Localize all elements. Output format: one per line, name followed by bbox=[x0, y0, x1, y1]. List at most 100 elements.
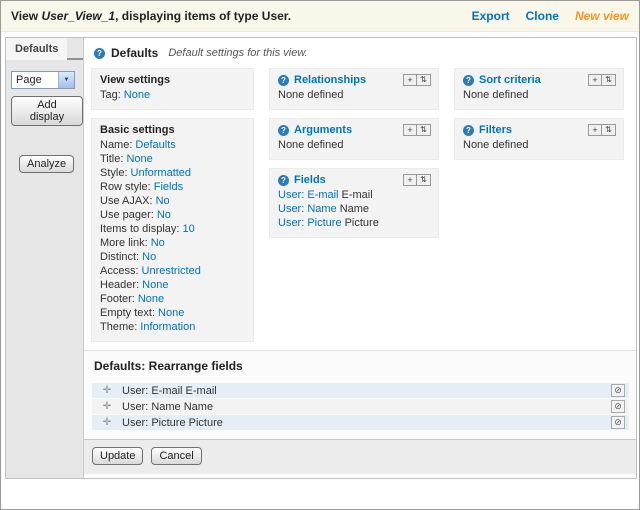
add-relationship-button[interactable]: + bbox=[403, 74, 417, 86]
setting-value-link[interactable]: None bbox=[142, 279, 168, 291]
add-display-button[interactable]: Add display bbox=[11, 96, 83, 126]
rearrange-row[interactable]: ✛ User: E-mail E-mail ⊘ bbox=[92, 383, 629, 398]
help-icon[interactable]: ? bbox=[463, 124, 474, 136]
setting-value-link[interactable]: No bbox=[142, 251, 156, 263]
add-sort-button[interactable]: + bbox=[588, 74, 602, 86]
setting-label: Use AJAX: bbox=[100, 195, 153, 207]
arguments-ops: + ⇅ bbox=[403, 124, 431, 136]
field-line-name: User: Name Name bbox=[278, 202, 431, 216]
setting-value-link[interactable]: Defaults bbox=[135, 139, 175, 151]
setting-line-style: Style: Unformatted bbox=[100, 166, 246, 180]
setting-label: Footer: bbox=[100, 293, 135, 305]
page-title-prefix: View bbox=[11, 9, 42, 23]
fields-title-link[interactable]: Fields bbox=[294, 174, 326, 186]
rearrange-arguments-button[interactable]: ⇅ bbox=[417, 124, 431, 136]
rearrange-fields-button[interactable]: ⇅ bbox=[417, 174, 431, 186]
setting-value-link[interactable]: No bbox=[151, 237, 165, 249]
setting-line-empty-text: Empty text: None bbox=[100, 306, 246, 320]
setting-value-link[interactable]: 10 bbox=[182, 223, 194, 235]
relationships-box: ? Relationships + ⇅ None defined bbox=[269, 68, 439, 110]
sort-criteria-ops: + ⇅ bbox=[588, 74, 616, 86]
setting-value-link[interactable]: None bbox=[138, 293, 164, 305]
arguments-title-link[interactable]: Arguments bbox=[294, 124, 352, 136]
setting-line-title: Title: None bbox=[100, 152, 246, 166]
sort-criteria-empty-text: None defined bbox=[463, 89, 529, 101]
remove-field-button[interactable]: ⊘ bbox=[611, 400, 625, 413]
new-view-link[interactable]: New view bbox=[575, 9, 629, 23]
add-filter-button[interactable]: + bbox=[588, 124, 602, 136]
filters-ops: + ⇅ bbox=[588, 124, 616, 136]
settings-column-3: ? Sort criteria + ⇅ None defined ? Filte… bbox=[454, 68, 624, 160]
filters-empty-text: None defined bbox=[463, 139, 529, 151]
setting-label: Distinct: bbox=[100, 251, 140, 263]
setting-value-link[interactable]: No bbox=[156, 195, 170, 207]
setting-line-more-link: More link: No bbox=[100, 236, 246, 250]
setting-value-link[interactable]: None bbox=[126, 153, 152, 165]
setting-value-link[interactable]: Information bbox=[140, 321, 195, 333]
field-link[interactable]: User: Picture bbox=[278, 217, 342, 229]
relationships-title-link[interactable]: Relationships bbox=[294, 74, 366, 86]
help-icon[interactable]: ? bbox=[278, 74, 289, 86]
field-line-email: User: E-mail E-mail bbox=[278, 188, 431, 202]
setting-line-tag: Tag: None bbox=[100, 88, 246, 102]
setting-value-link[interactable]: Unformatted bbox=[131, 167, 192, 179]
help-icon[interactable]: ? bbox=[278, 124, 289, 136]
drag-handle-icon[interactable]: ✛ bbox=[92, 417, 122, 428]
settings-column-2: ? Relationships + ⇅ None defined ? Argum… bbox=[269, 68, 439, 238]
view-name: User_View_1 bbox=[41, 9, 116, 23]
clone-link[interactable]: Clone bbox=[526, 9, 559, 23]
relationships-ops: + ⇅ bbox=[403, 74, 431, 86]
remove-field-button[interactable]: ⊘ bbox=[611, 384, 625, 397]
setting-label: Style: bbox=[100, 167, 128, 179]
filters-title-link[interactable]: Filters bbox=[479, 124, 512, 136]
export-link[interactable]: Export bbox=[472, 9, 510, 23]
field-line-picture: User: Picture Picture bbox=[278, 216, 431, 230]
settings-columns: View settings Tag: None Basic settings Na… bbox=[90, 68, 628, 342]
setting-value-link[interactable]: Unrestricted bbox=[142, 265, 201, 277]
rearrange-rows: ✛ User: E-mail E-mail ⊘ ✛ User: Name Nam… bbox=[84, 383, 636, 439]
settings-column-1: View settings Tag: None Basic settings Na… bbox=[91, 68, 254, 342]
setting-line-items: Items to display: 10 bbox=[100, 222, 246, 236]
page-title-suffix: , displaying items of type User. bbox=[115, 9, 292, 23]
help-icon[interactable]: ? bbox=[463, 74, 474, 86]
setting-line-distinct: Distinct: No bbox=[100, 250, 246, 264]
rearrange-sorts-button[interactable]: ⇅ bbox=[602, 74, 616, 86]
drag-handle-icon[interactable]: ✛ bbox=[92, 385, 122, 396]
field-label-text: E-mail bbox=[341, 189, 373, 201]
add-argument-button[interactable]: + bbox=[403, 124, 417, 136]
field-link[interactable]: User: E-mail bbox=[278, 189, 339, 201]
page-title: View User_View_1, displaying items of ty… bbox=[11, 9, 291, 23]
sort-criteria-title-link[interactable]: Sort criteria bbox=[479, 74, 541, 86]
update-button[interactable]: Update bbox=[92, 447, 144, 465]
drag-handle-icon[interactable]: ✛ bbox=[92, 401, 122, 412]
setting-line-access: Access: Unrestricted bbox=[100, 264, 246, 278]
setting-line-header: Header: None bbox=[100, 278, 246, 292]
analyze-button[interactable]: Analyze bbox=[19, 155, 75, 173]
setting-value-link[interactable]: Fields bbox=[154, 181, 183, 193]
rearrange-form-title: Defaults: Rearrange fields bbox=[94, 359, 243, 373]
setting-line-pager: Use pager: No bbox=[100, 208, 246, 222]
remove-field-button[interactable]: ⊘ bbox=[611, 416, 625, 429]
display-sidebar: Defaults Page ▼ Add display Analyze bbox=[6, 38, 84, 478]
basic-settings-box: Basic settings Name: Defaults Title: None … bbox=[91, 118, 254, 342]
field-link[interactable]: User: Name bbox=[278, 203, 337, 215]
display-type-select[interactable]: Page ▼ bbox=[11, 71, 75, 89]
fields-box: ? Fields + ⇅ User: E-mail E-mail User: Na… bbox=[269, 168, 439, 238]
rearrange-filters-button[interactable]: ⇅ bbox=[602, 124, 616, 136]
help-icon[interactable]: ? bbox=[94, 47, 105, 59]
setting-value-link[interactable]: None bbox=[124, 89, 150, 101]
rearrange-row[interactable]: ✛ User: Name Name ⊘ bbox=[92, 399, 629, 414]
setting-label: Tag: bbox=[100, 89, 121, 101]
tab-defaults[interactable]: Defaults bbox=[6, 38, 68, 60]
add-field-button[interactable]: + bbox=[403, 174, 417, 186]
rearrange-relationships-button[interactable]: ⇅ bbox=[417, 74, 431, 86]
rearrange-row[interactable]: ✛ User: Picture Picture ⊘ bbox=[92, 415, 629, 430]
setting-label: Name: bbox=[100, 139, 133, 151]
chevron-down-icon: ▼ bbox=[58, 72, 74, 88]
help-icon[interactable]: ? bbox=[278, 174, 289, 186]
setting-value-link[interactable]: None bbox=[158, 307, 184, 319]
setting-value-link[interactable]: No bbox=[157, 209, 171, 221]
setting-line-theme: Theme: Information bbox=[100, 320, 246, 334]
cancel-button[interactable]: Cancel bbox=[151, 447, 202, 465]
views-ui-screen: View User_View_1, displaying items of ty… bbox=[0, 0, 640, 510]
